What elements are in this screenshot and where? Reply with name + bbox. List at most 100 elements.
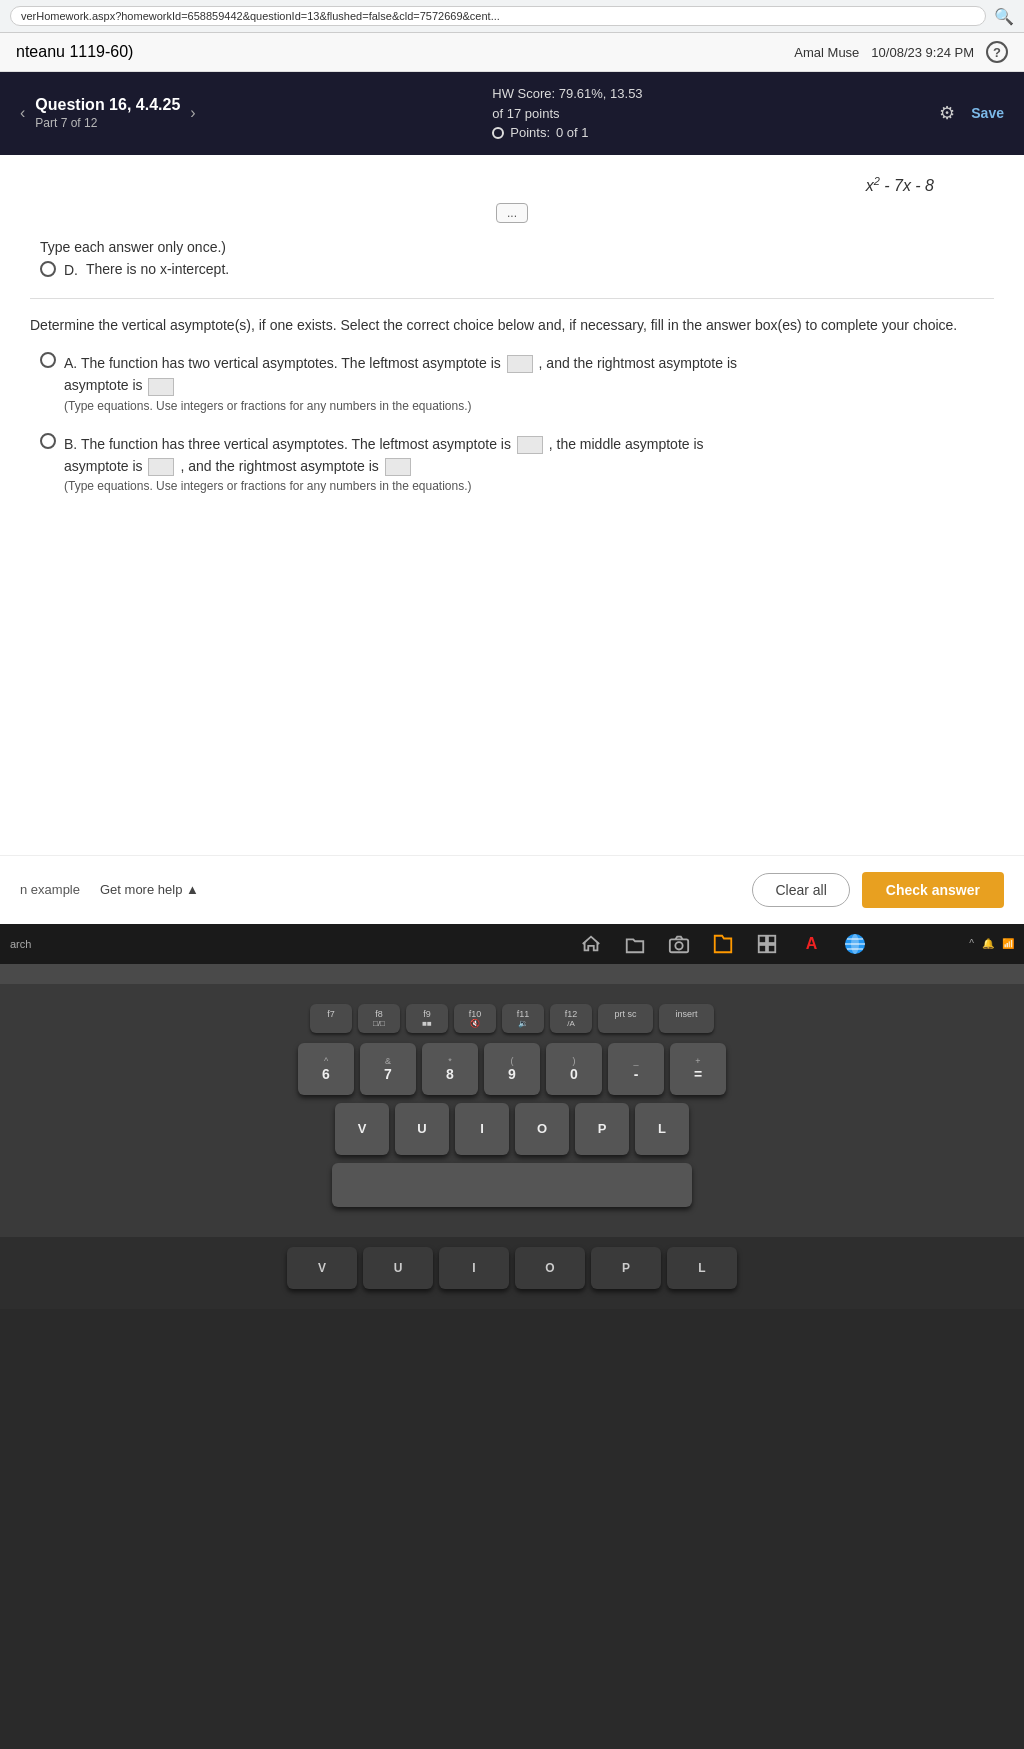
save-button[interactable]: Save — [971, 105, 1004, 121]
space-row — [15, 1163, 1009, 1207]
va-instruction: Determine the vertical asymptote(s), if … — [30, 315, 994, 336]
taskbar-icon-home[interactable] — [577, 930, 605, 958]
key-bottom-o[interactable]: O — [515, 1247, 585, 1289]
clear-all-button[interactable]: Clear all — [752, 873, 849, 907]
example-link[interactable]: n example — [20, 882, 80, 897]
key-7[interactable]: & 7 — [360, 1043, 416, 1095]
taskbar: arch — [0, 924, 1024, 964]
hw-score-value: 79.61%, 13.53 — [559, 86, 643, 101]
forward-arrow[interactable]: › — [190, 104, 195, 122]
key-l[interactable]: L — [635, 1103, 689, 1155]
key-v[interactable]: V — [335, 1103, 389, 1155]
dots-container: ... — [30, 203, 994, 223]
radio-a[interactable] — [40, 352, 56, 368]
spacebar[interactable] — [332, 1163, 692, 1207]
points-value: 0 of 1 — [556, 123, 589, 143]
math-expression: x2 - 7x - 8 — [30, 175, 994, 195]
fn-key-row: f7 f8 □/□ f9 ■■ f10 🔇 f11 🔉 f12 /A prt s… — [15, 1004, 1009, 1033]
taskbar-icon-file-manager[interactable] — [709, 930, 737, 958]
letter-row-bottom: V U I O P L — [15, 1103, 1009, 1155]
taskbar-icon-tiles[interactable] — [753, 930, 781, 958]
bottom-key-row: V U I O P L — [15, 1247, 1009, 1289]
option-b-answer-box-1[interactable] — [517, 436, 543, 454]
check-answer-button[interactable]: Check answer — [862, 872, 1004, 908]
fn-key-f7[interactable]: f7 — [310, 1004, 352, 1033]
acrobat-label: A — [806, 935, 818, 953]
fn-key-insert[interactable]: insert — [659, 1004, 714, 1033]
bottom-keyboard-area: V U I O P L — [0, 1237, 1024, 1309]
key-8[interactable]: * 8 — [422, 1043, 478, 1095]
option-b-answer-box-2[interactable] — [148, 458, 174, 476]
key-bottom-u[interactable]: U — [363, 1247, 433, 1289]
key-bottom-v[interactable]: V — [287, 1247, 357, 1289]
svg-rect-2 — [759, 935, 766, 942]
key-bottom-p[interactable]: P — [591, 1247, 661, 1289]
header-bar: nteanu 1119-60) Amal Muse 10/08/23 9:24 … — [0, 33, 1024, 72]
option-a-note: (Type equations. Use integers or fractio… — [64, 399, 737, 413]
fn-key-f10[interactable]: f10 🔇 — [454, 1004, 496, 1033]
student-name: Amal Muse — [794, 45, 859, 60]
key-u[interactable]: U — [395, 1103, 449, 1155]
help-icon[interactable]: ? — [986, 41, 1008, 63]
taskbar-icon-acrobat[interactable]: A — [797, 930, 825, 958]
taskbar-caret-icon: ^ — [969, 938, 974, 949]
question-nav-bar: ‹ Question 16, 4.4.25 Part 7 of 12 › HW … — [0, 72, 1024, 155]
taskbar-icon-browser[interactable] — [841, 930, 869, 958]
datetime: 10/08/23 9:24 PM — [871, 45, 974, 60]
svg-rect-3 — [768, 935, 775, 942]
browser-chrome: verHomework.aspx?homeworkId=658859442&qu… — [0, 0, 1024, 33]
key-0[interactable]: ) 0 — [546, 1043, 602, 1095]
svg-rect-4 — [759, 944, 766, 951]
section-divider — [30, 298, 994, 299]
option-a-block: A. The function has two vertical asympto… — [30, 352, 994, 413]
option-b-text-after: , and the rightmost asymptote is — [180, 458, 378, 474]
dots-button[interactable]: ... — [496, 203, 528, 223]
radio-d[interactable] — [40, 261, 56, 277]
fn-key-f9[interactable]: f9 ■■ — [406, 1004, 448, 1033]
svg-point-1 — [676, 942, 683, 949]
fn-key-prtsc[interactable]: prt sc — [598, 1004, 653, 1033]
gear-icon[interactable]: ⚙ — [939, 102, 955, 124]
key-bottom-l[interactable]: L — [667, 1247, 737, 1289]
option-d-row: D. There is no x-intercept. — [30, 261, 994, 278]
instruction-text: Type each answer only once.) — [30, 239, 994, 255]
key-i[interactable]: I — [455, 1103, 509, 1155]
option-b-text-before: The function has three vertical asymptot… — [81, 436, 511, 452]
search-icon[interactable]: 🔍 — [994, 7, 1014, 26]
option-a-label: A. — [64, 355, 77, 371]
fn-key-f11[interactable]: f11 🔉 — [502, 1004, 544, 1033]
bottom-action-bar: n example Get more help ▲ Clear all Chec… — [0, 855, 1024, 924]
taskbar-search-label: arch — [10, 938, 31, 950]
fn-key-f8[interactable]: f8 □/□ — [358, 1004, 400, 1033]
key-6[interactable]: ^ 6 — [298, 1043, 354, 1095]
option-a-text-middle: , and the rightmost asymptote is — [539, 355, 737, 371]
fn-key-f12[interactable]: f12 /A — [550, 1004, 592, 1033]
keyboard-area: f7 f8 □/□ f9 ■■ f10 🔇 f11 🔉 f12 /A prt s… — [0, 984, 1024, 1237]
back-arrow[interactable]: ‹ — [20, 104, 25, 122]
option-b-answer-box-3[interactable] — [385, 458, 411, 476]
url-bar[interactable]: verHomework.aspx?homeworkId=658859442&qu… — [10, 6, 986, 26]
option-a-text-before: The function has two vertical asymptotes… — [81, 355, 501, 371]
key-o[interactable]: O — [515, 1103, 569, 1155]
hw-score-suffix: of 17 points — [492, 104, 642, 124]
option-d-label: D. — [64, 262, 78, 278]
hw-score-label: HW Score: — [492, 86, 555, 101]
option-d-text: There is no x-intercept. — [86, 261, 229, 277]
key-equals[interactable]: + = — [670, 1043, 726, 1095]
points-label: Points: — [510, 123, 550, 143]
points-circle-icon — [492, 127, 504, 139]
key-p[interactable]: P — [575, 1103, 629, 1155]
taskbar-icon-camera[interactable] — [665, 930, 693, 958]
option-b-text-middle: , the middle asymptote is — [549, 436, 704, 452]
key-minus[interactable]: _ - — [608, 1043, 664, 1095]
option-a-answer-box-2[interactable] — [148, 378, 174, 396]
key-9[interactable]: ( 9 — [484, 1043, 540, 1095]
number-key-row: ^ 6 & 7 * 8 ( 9 ) 0 _ - + = — [15, 1043, 1009, 1095]
get-more-help-link[interactable]: Get more help ▲ — [100, 882, 199, 897]
key-bottom-i[interactable]: I — [439, 1247, 509, 1289]
main-content: x2 - 7x - 8 ... Type each answer only on… — [0, 155, 1024, 855]
taskbar-icon-folder[interactable] — [621, 930, 649, 958]
radio-b[interactable] — [40, 433, 56, 449]
question-subtitle: Part 7 of 12 — [35, 116, 180, 130]
option-a-answer-box-1[interactable] — [507, 355, 533, 373]
